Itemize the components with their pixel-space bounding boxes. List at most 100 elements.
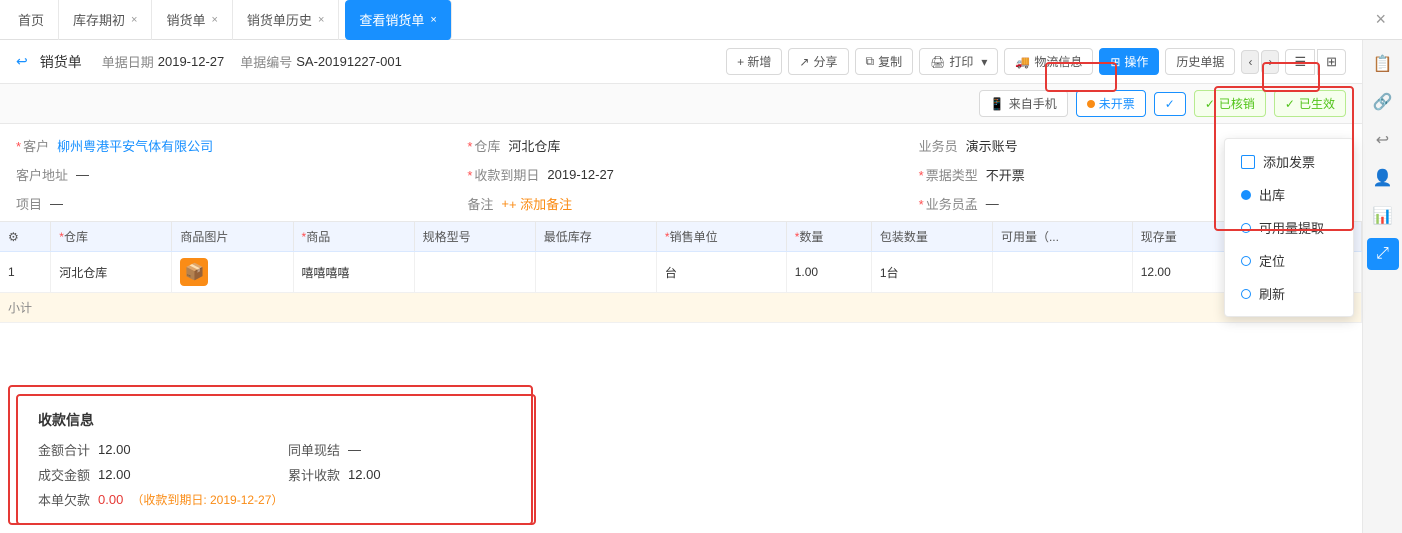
- col-avail: 可用量（...: [992, 222, 1132, 252]
- add-note-button[interactable]: + + 添加备注: [501, 194, 572, 213]
- staff-label: 业务员: [919, 136, 958, 155]
- summary-grid: 金额合计 12.00 同单现结 — 成交金额 12.00 累计收款 12.00 …: [38, 440, 514, 509]
- row-product: 嘻嘻嘻嘻: [293, 252, 414, 293]
- history-records-button[interactable]: 历史单据: [1165, 48, 1235, 75]
- row-pkg-qty: 1台: [871, 252, 992, 293]
- customer-field: 客户 柳州粤港平安气体有限公司: [16, 136, 443, 155]
- tab-sales[interactable]: 销货单 ×: [152, 0, 232, 40]
- operations-button[interactable]: ⊞ 操作: [1099, 48, 1159, 75]
- sidebar-chart-icon[interactable]: 📊: [1367, 200, 1399, 232]
- tab-view-sales[interactable]: 查看销货单 ×: [345, 0, 451, 40]
- add-invoice-item[interactable]: 添加发票: [1225, 145, 1353, 178]
- same-bill-value: —: [348, 442, 361, 457]
- tab-bar-close[interactable]: ×: [1367, 9, 1394, 30]
- list-view-button[interactable]: ☰: [1285, 49, 1315, 75]
- avail-icon: [1241, 223, 1251, 233]
- sidebar-link-icon[interactable]: 🔗: [1367, 86, 1399, 118]
- tab-history-close[interactable]: ×: [318, 14, 324, 26]
- form-row-3: 项目 — 备注 + + 添加备注 业务员孟 —: [16, 194, 1346, 213]
- amount-value: 12.00: [98, 442, 131, 457]
- sales-staff-value: —: [986, 196, 999, 211]
- note-field: 备注 + + 添加备注: [467, 194, 894, 213]
- outbound-item[interactable]: 出库: [1225, 178, 1353, 211]
- note-label: 备注: [467, 194, 493, 213]
- available-qty-item[interactable]: 可用量提取: [1225, 211, 1353, 244]
- refresh-icon: [1241, 289, 1251, 299]
- nav-arrows: ‹ ›: [1241, 50, 1279, 74]
- project-value: —: [50, 196, 63, 211]
- confirm-button[interactable]: ✓: [1154, 92, 1186, 116]
- row-avail: [992, 252, 1132, 293]
- sidebar-expand-icon[interactable]: ⤢: [1367, 238, 1399, 270]
- sidebar-return-icon[interactable]: ↩: [1367, 124, 1399, 156]
- warehouse-value: 河北仓库: [508, 136, 560, 155]
- data-table: ⚙ *仓库 商品图片 *商品 规格型号 最低库存 *销售单位 *数量 包装数量 …: [0, 222, 1362, 323]
- print-button[interactable]: 🖨 打印 ▾: [919, 48, 998, 75]
- prev-arrow[interactable]: ‹: [1241, 50, 1259, 74]
- gear-icon[interactable]: ⚙: [8, 230, 19, 244]
- not-open-ticket-button[interactable]: 未开票: [1076, 90, 1146, 117]
- form-area: 客户 柳州粤港平安气体有限公司 仓库 河北仓库 业务员 演示账号 客户地址 —: [0, 124, 1362, 221]
- tab-home[interactable]: 首页: [8, 0, 59, 40]
- summary-box: 收款信息 金额合计 12.00 同单现结 — 成交金额 12.00 累计收款 1…: [16, 394, 536, 525]
- summary-title: 收款信息: [38, 410, 514, 430]
- doc-date: 单据日期 2019-12-27: [102, 52, 225, 71]
- logistics-button[interactable]: 🚚 物流信息: [1004, 48, 1093, 75]
- arrears-note: （收款到期日: 2019-12-27）: [131, 491, 283, 508]
- col-qty: *数量: [786, 222, 871, 252]
- table-header-row: ⚙ *仓库 商品图片 *商品 规格型号 最低库存 *销售单位 *数量 包装数量 …: [0, 222, 1362, 252]
- col-warehouse: *仓库: [51, 222, 172, 252]
- customer-value[interactable]: 柳州粤港平安气体有限公司: [57, 136, 213, 155]
- tab-sales-close[interactable]: ×: [211, 14, 217, 26]
- locate-item[interactable]: 定位: [1225, 244, 1353, 277]
- row-qty: 1.00: [786, 252, 871, 293]
- form-row-2: 客户地址 — 收款到期日 2019-12-27 票据类型 不开票: [16, 165, 1346, 184]
- outbound-icon: [1241, 190, 1251, 200]
- cumulative-value: 12.00: [348, 467, 381, 482]
- address-value: —: [76, 167, 89, 182]
- tab-history[interactable]: 销货单历史 ×: [233, 0, 339, 40]
- subtotal-row: 小计: [0, 293, 1362, 323]
- already-canceled-button[interactable]: ✓ 已核销: [1194, 90, 1266, 117]
- view-toggle: ☰ ⊞: [1285, 49, 1346, 75]
- not-open-dot: [1087, 100, 1095, 108]
- payment-date-value: 2019-12-27: [547, 167, 614, 182]
- payment-date-field: 收款到期日 2019-12-27: [467, 165, 894, 184]
- col-spec: 规格型号: [414, 222, 535, 252]
- new-button[interactable]: + 新增: [726, 48, 782, 75]
- doc-icon: ↩: [16, 53, 28, 70]
- col-product: *商品: [293, 222, 414, 252]
- col-stock: 现存量: [1132, 222, 1231, 252]
- refresh-item[interactable]: 刷新: [1225, 277, 1353, 310]
- print-icon: 🖨: [930, 55, 945, 69]
- col-min-stock: 最低库存: [535, 222, 656, 252]
- sidebar-user-icon[interactable]: 👤: [1367, 162, 1399, 194]
- operations-dropdown: 添加发票 出库 可用量提取 定位 刷新: [1224, 138, 1354, 317]
- mobile-icon: 📱: [990, 97, 1005, 111]
- form-row-1: 客户 柳州粤港平安气体有限公司 仓库 河北仓库 业务员 演示账号: [16, 136, 1346, 155]
- warehouse-field: 仓库 河北仓库: [467, 136, 894, 155]
- tab-inventory-close[interactable]: ×: [131, 14, 137, 26]
- project-field: 项目 —: [16, 194, 443, 213]
- grid-view-button[interactable]: ⊞: [1317, 49, 1346, 75]
- col-pkg-qty: 包装数量: [871, 222, 992, 252]
- row-warehouse: 河北仓库: [51, 252, 172, 293]
- product-image-icon: 📦: [184, 262, 204, 282]
- share-button[interactable]: ↗ 分享: [788, 48, 848, 75]
- print-dropdown-arrow: ▾: [981, 55, 987, 69]
- address-field: 客户地址 —: [16, 165, 443, 184]
- col-settings: ⚙: [0, 222, 51, 252]
- from-mobile-button[interactable]: 📱 来自手机: [979, 90, 1068, 117]
- col-unit: *销售单位: [656, 222, 786, 252]
- tab-bar: 首页 库存期初 × 销货单 × 销货单历史 × 查看销货单 × ×: [0, 0, 1402, 40]
- right-sidebar: 📋 🔗 ↩ 👤 📊 ⤢: [1362, 40, 1402, 533]
- copy-icon: ⧉: [866, 54, 875, 69]
- tab-inventory[interactable]: 库存期初 ×: [59, 0, 152, 40]
- locate-icon: [1241, 256, 1251, 266]
- row-min-stock: [535, 252, 656, 293]
- tab-view-sales-close[interactable]: ×: [430, 14, 436, 26]
- next-arrow[interactable]: ›: [1261, 50, 1279, 74]
- copy-button[interactable]: ⧉ 复制: [855, 48, 914, 75]
- already-effective-button[interactable]: ✓ 已生效: [1274, 90, 1346, 117]
- sidebar-doc-icon[interactable]: 📋: [1367, 48, 1399, 80]
